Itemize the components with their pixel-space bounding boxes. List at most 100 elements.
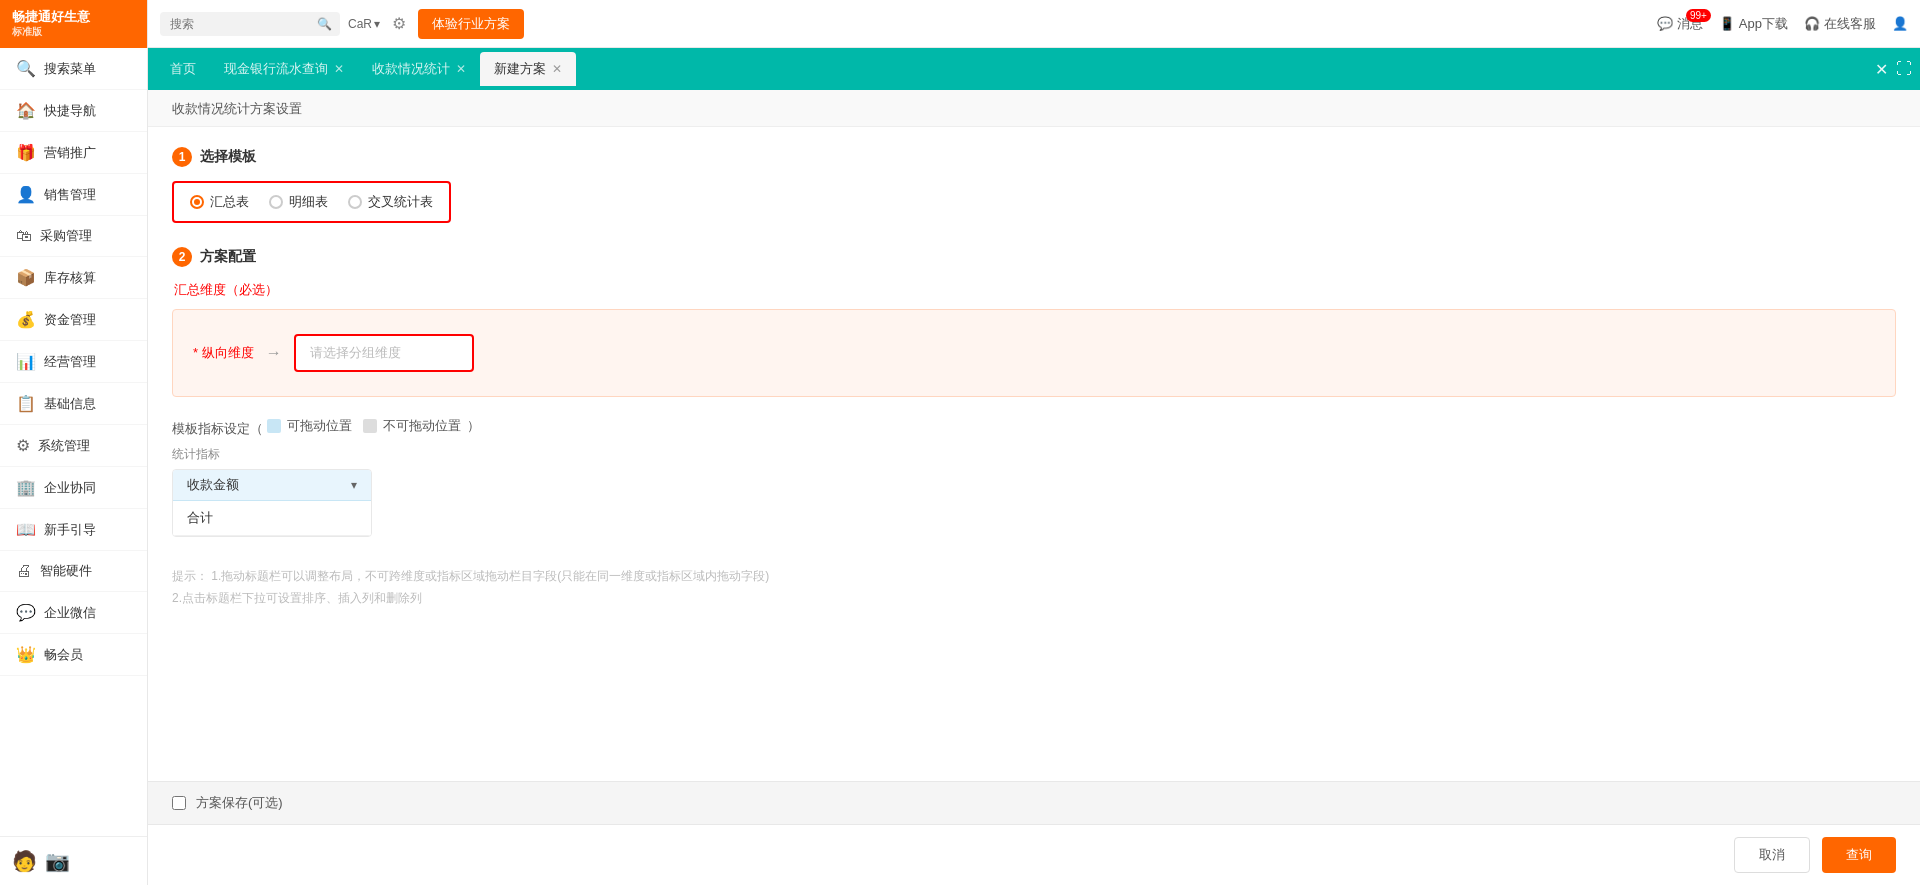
sidebar-item-system[interactable]: ⚙ 系统管理 <box>0 425 147 467</box>
tips-line1: 提示： 1.拖动标题栏可以调整布局，不可跨维度或指标区域拖动栏目字段(只能在同一… <box>172 566 1896 588</box>
query-button[interactable]: 查询 <box>1822 837 1896 873</box>
maximize-btn[interactable]: ⛶ <box>1896 60 1912 79</box>
sidebar-item-inventory-label: 库存核算 <box>44 269 96 287</box>
dimension-row-label: 纵向维度 <box>193 344 254 362</box>
tab-receipt-stat-close[interactable]: ✕ <box>456 62 466 76</box>
radio-cross[interactable]: 交叉统计表 <box>348 193 433 211</box>
tab-home[interactable]: 首页 <box>156 52 210 86</box>
indicator-settings-label: 模板指标设定（ 可拖动位置 不可拖动位置 ） <box>172 417 1896 438</box>
sidebar-item-member-label: 畅会员 <box>44 646 83 664</box>
sidebar-item-wechat[interactable]: 💬 企业微信 <box>0 592 147 634</box>
message-item[interactable]: 💬 消息 99+ <box>1657 15 1703 33</box>
dimension-select[interactable]: 请选择分组维度 <box>294 334 474 372</box>
tabbar: 首页 现金银行流水查询 ✕ 收款情况统计 ✕ 新建方案 ✕ ✕ ⛶ <box>148 48 1920 90</box>
app-name: 畅捷通好生意 <box>12 9 90 25</box>
user-item[interactable]: 👤 <box>1892 16 1908 31</box>
radio-cross-circle <box>348 195 362 209</box>
newbie-icon: 📖 <box>16 520 36 539</box>
stat-label: 统计指标 <box>172 446 1896 463</box>
sidebar-item-hardware-label: 智能硬件 <box>40 562 92 580</box>
tab-new-plan-label: 新建方案 <box>494 60 546 78</box>
sidebar-item-wechat-label: 企业微信 <box>44 604 96 622</box>
app-logo: 畅捷通好生意 标准版 <box>0 0 147 48</box>
tabbar-actions: ✕ ⛶ <box>1875 60 1912 79</box>
sidebar-item-member[interactable]: 👑 畅会员 <box>0 634 147 676</box>
section1-title: 选择模板 <box>200 148 256 166</box>
radio-cross-label: 交叉统计表 <box>368 193 433 211</box>
close-window-btn[interactable]: ✕ <box>1875 60 1888 79</box>
app-download-label: App下载 <box>1739 15 1788 33</box>
section-template: 1 选择模板 汇总表 明细表 交叉统计表 <box>172 147 1896 223</box>
summary-dimension-label: 汇总维度（必选） <box>172 281 1896 299</box>
tab-new-plan-close[interactable]: ✕ <box>552 62 562 76</box>
section1-header: 1 选择模板 <box>172 147 1896 167</box>
legend-movable: 可拖动位置 <box>267 417 352 435</box>
basic-icon: 📋 <box>16 394 36 413</box>
tab-bank-flow[interactable]: 现金银行流水查询 ✕ <box>210 52 358 86</box>
dropdown-text: CaR <box>348 17 372 31</box>
sidebar-icon-1[interactable]: 🧑 <box>12 849 37 873</box>
radio-summary[interactable]: 汇总表 <box>190 193 249 211</box>
sidebar: 畅捷通好生意 标准版 🔍 搜索菜单 🏠 快捷导航 🎁 营销推广 👤 销售管理 🛍… <box>0 0 148 885</box>
fixed-dot <box>363 419 377 433</box>
sidebar-item-management-label: 经营管理 <box>44 353 96 371</box>
arrow-icon: → <box>266 344 282 362</box>
wechat-icon: 💬 <box>16 603 36 622</box>
topbar-dropdown[interactable]: CaR ▾ <box>348 17 380 31</box>
sidebar-item-sales[interactable]: 👤 销售管理 <box>0 174 147 216</box>
sidebar-item-enterprise-label: 企业协同 <box>44 479 96 497</box>
sidebar-item-newbie[interactable]: 📖 新手引导 <box>0 509 147 551</box>
page-footer: 方案保存(可选) <box>148 781 1920 824</box>
template-select-box: 汇总表 明细表 交叉统计表 <box>172 181 451 223</box>
tab-home-label: 首页 <box>170 60 196 78</box>
sidebar-item-inventory[interactable]: 📦 库存核算 <box>0 257 147 299</box>
indicator-table-header[interactable]: 收款金额 ▾ <box>173 470 371 501</box>
customer-service-item[interactable]: 🎧 在线客服 <box>1804 15 1876 33</box>
indicator-header-text: 收款金额 <box>187 476 239 494</box>
tab-receipt-stat[interactable]: 收款情况统计 ✕ <box>358 52 480 86</box>
sidebar-item-management[interactable]: 📊 经营管理 <box>0 341 147 383</box>
sidebar-item-basic[interactable]: 📋 基础信息 <box>0 383 147 425</box>
tab-new-plan[interactable]: 新建方案 ✕ <box>480 52 576 86</box>
cancel-button[interactable]: 取消 <box>1734 837 1810 873</box>
page-header: 收款情况统计方案设置 <box>148 90 1920 127</box>
industry-btn[interactable]: 体验行业方案 <box>418 9 524 39</box>
chevron-down-icon[interactable]: ▾ <box>351 478 357 492</box>
dimension-area: 纵向维度 → 请选择分组维度 <box>172 309 1896 397</box>
search-input[interactable] <box>160 12 340 36</box>
movable-label: 可拖动位置 <box>287 417 352 435</box>
home-icon: 🏠 <box>16 101 36 120</box>
radio-detail[interactable]: 明细表 <box>269 193 328 211</box>
management-icon: 📊 <box>16 352 36 371</box>
sidebar-item-search[interactable]: 🔍 搜索菜单 <box>0 48 147 90</box>
sidebar-item-finance-label: 资金管理 <box>44 311 96 329</box>
section-scheme: 2 方案配置 汇总维度（必选） 纵向维度 → 请选择分组维度 <box>172 247 1896 619</box>
section1-num: 1 <box>172 147 192 167</box>
search-icon: 🔍 <box>317 17 332 31</box>
settings-icon[interactable]: ⚙ <box>392 14 406 33</box>
hardware-icon: 🖨 <box>16 562 32 580</box>
sidebar-item-enterprise[interactable]: 🏢 企业协同 <box>0 467 147 509</box>
sidebar-item-hardware[interactable]: 🖨 智能硬件 <box>0 551 147 592</box>
message-icon: 💬 <box>1657 16 1673 31</box>
sidebar-item-finance[interactable]: 💰 资金管理 <box>0 299 147 341</box>
tips-section: 提示： 1.拖动标题栏可以调整布局，不可跨维度或指标区域拖动栏目字段(只能在同一… <box>172 556 1896 619</box>
sidebar-item-purchase[interactable]: 🛍 采购管理 <box>0 216 147 257</box>
save-scheme-checkbox[interactable] <box>172 796 186 810</box>
sidebar-bottom: 🧑 📷 <box>0 836 147 885</box>
form-content: 1 选择模板 汇总表 明细表 交叉统计表 <box>148 127 1920 781</box>
tab-bank-flow-close[interactable]: ✕ <box>334 62 344 76</box>
app-download-item[interactable]: 📱 App下载 <box>1719 15 1788 33</box>
sidebar-icon-2[interactable]: 📷 <box>45 849 70 873</box>
radio-detail-label: 明细表 <box>289 193 328 211</box>
user-icon: 👤 <box>1892 16 1908 31</box>
page-title: 收款情况统计方案设置 <box>172 101 302 116</box>
inventory-icon: 📦 <box>16 268 36 287</box>
indicator-table-cell: 合计 <box>173 501 371 536</box>
search-wrap: 🔍 <box>160 12 340 36</box>
tips-line2: 2.点击标题栏下拉可设置排序、插入列和删除列 <box>172 588 1896 610</box>
service-icon: 🎧 <box>1804 16 1820 31</box>
sidebar-item-quick-nav[interactable]: 🏠 快捷导航 <box>0 90 147 132</box>
sidebar-item-marketing[interactable]: 🎁 营销推广 <box>0 132 147 174</box>
app-edition: 标准版 <box>12 25 90 39</box>
